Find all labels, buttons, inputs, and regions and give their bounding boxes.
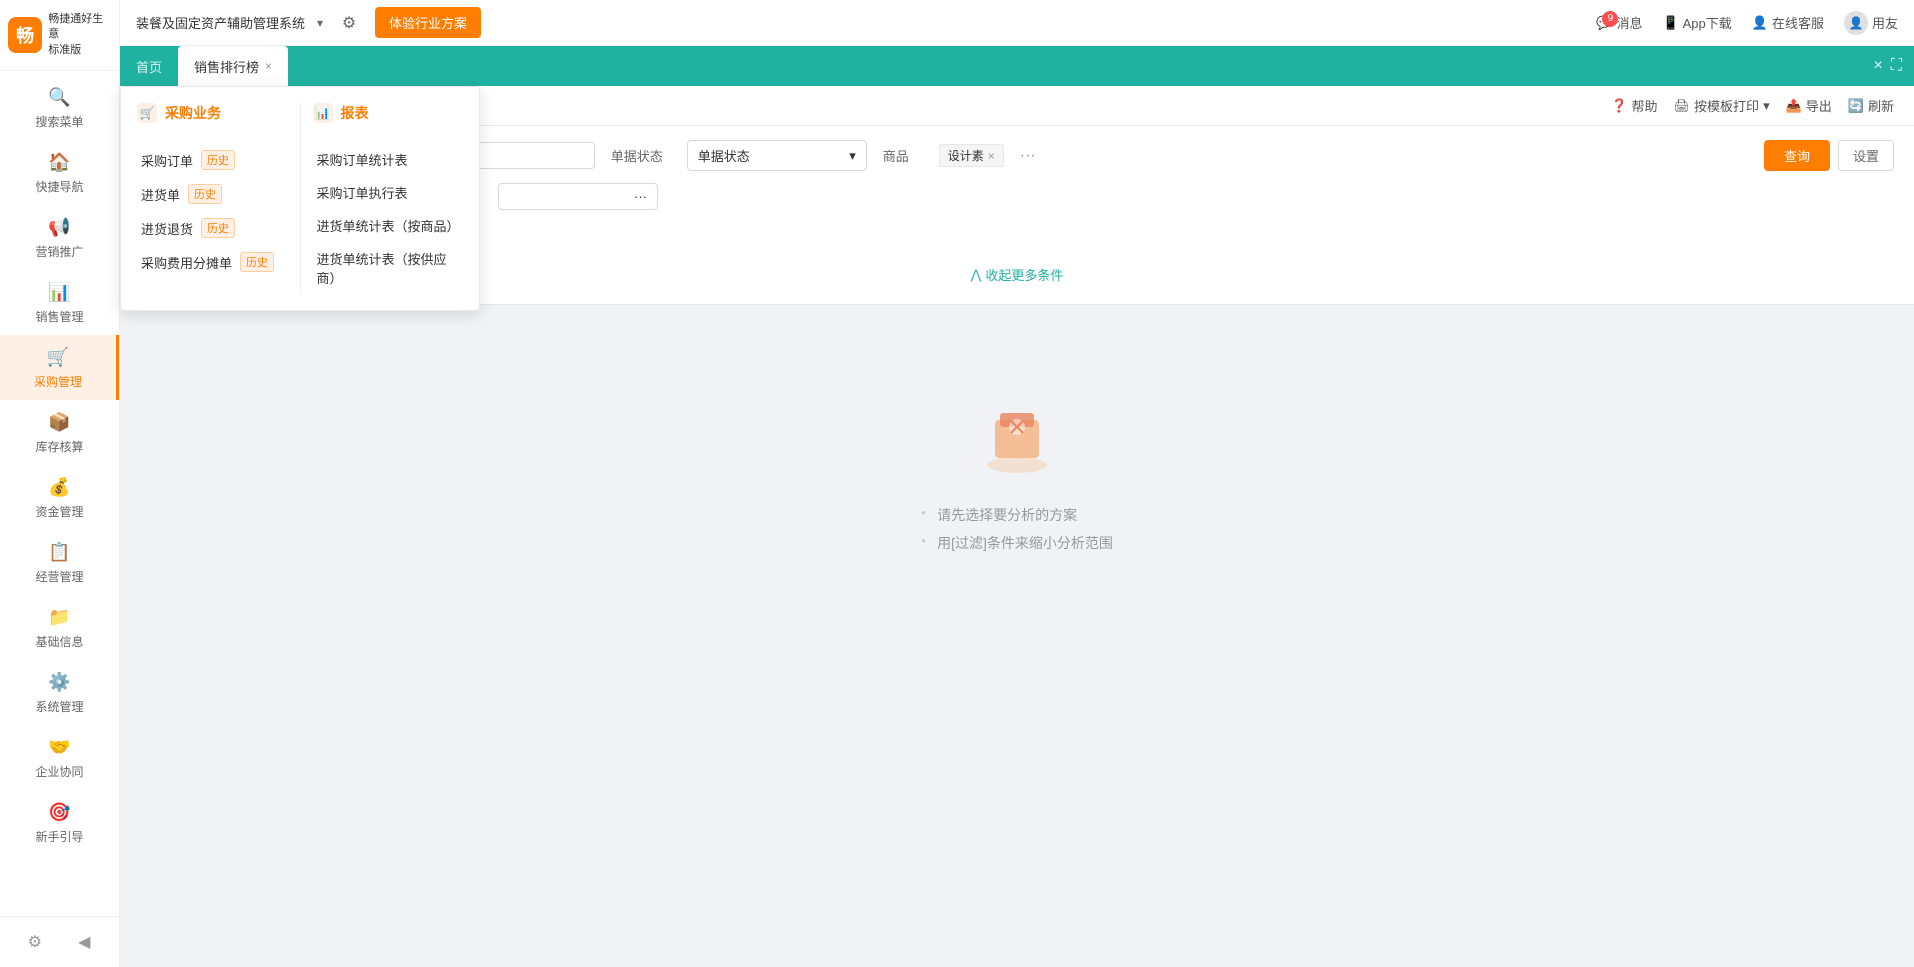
goods-tag-close[interactable]: × xyxy=(988,149,995,163)
marketing-icon: 📢 xyxy=(48,215,72,239)
history-badge-0: 历史 xyxy=(201,150,235,170)
export-icon: 📤 xyxy=(1786,98,1802,114)
tab-sales-rank[interactable]: 销售排行榜 × xyxy=(178,46,288,86)
industry-button[interactable]: 体验行业方案 xyxy=(375,7,481,38)
print-button[interactable]: 🖨 按模板打印 ▾ xyxy=(1674,96,1770,115)
window-expand-icon[interactable]: ⛶ xyxy=(1891,57,1902,75)
sidebar: 畅 畅捷通好生意 标准版 🔍 搜索菜单 🏠 快捷导航 📢 营销推广 📊 销售管理… xyxy=(0,0,120,967)
salesperson-select[interactable]: ··· xyxy=(498,183,658,210)
menu-item-purchase-expense[interactable]: 采购费用分摊单 历史 xyxy=(137,245,288,279)
menu-item-po-stats[interactable]: 采购订单统计表 xyxy=(313,143,464,176)
sidebar-item-system[interactable]: ⚙️ 系统管理 xyxy=(0,660,119,725)
sidebar-item-quicknav[interactable]: 🏠 快捷导航 xyxy=(0,140,119,205)
empty-tips: 请先选择要分析的方案 用[过滤]条件来缩小分析范围 xyxy=(921,501,1113,557)
dropdown-title-report: 📊 报表 xyxy=(313,103,464,131)
empty-state: 请先选择要分析的方案 用[过滤]条件来缩小分析范围 xyxy=(120,305,1914,637)
tabs-bar: 首页 销售排行榜 × × ⛶ xyxy=(120,46,1914,86)
logo-text: 畅捷通好生意 标准版 xyxy=(48,12,111,58)
status-dropdown-icon: ▾ xyxy=(849,148,856,164)
system-title: 装餐及固定资产辅助管理系统 xyxy=(136,13,305,32)
sidebar-item-guide[interactable]: 🎯 新手引导 xyxy=(0,790,119,855)
sidebar-item-marketing[interactable]: 📢 营销推广 xyxy=(0,205,119,270)
header-right: 💬 9 消息 📱 App下载 👤 在线客服 👤 用友 xyxy=(1596,11,1898,35)
collapse-up-icon: ⋀ xyxy=(971,267,982,283)
sidebar-item-inventory[interactable]: 📦 库存核算 xyxy=(0,400,119,465)
menu-item-purchase-order[interactable]: 采购订单 历史 xyxy=(137,143,288,177)
sidebar-item-basic[interactable]: 📁 基础信息 xyxy=(0,595,119,660)
message-badge: 9 xyxy=(1602,11,1618,27)
export-button[interactable]: 📤 导出 xyxy=(1786,96,1832,115)
dropdown-col-purchase: 🛒 采购业务 采购订单 历史 进货单 历史 进货退货 历史 采购费用分摊单 历史 xyxy=(137,103,288,294)
report-col-icon: 📊 xyxy=(313,103,333,123)
message-button[interactable]: 💬 9 消息 xyxy=(1596,13,1642,32)
enterprise-icon: 🤝 xyxy=(48,735,72,759)
menu-item-goods-receipt[interactable]: 进货单 历史 xyxy=(137,177,288,211)
history-badge-1: 历史 xyxy=(188,184,222,204)
goods-label: 商品 xyxy=(883,146,923,165)
sidebar-bottom: ⚙ ◀ xyxy=(0,916,119,967)
menu-item-receipt-stats-goods[interactable]: 进货单统计表（按商品） xyxy=(313,209,464,242)
basic-icon: 📁 xyxy=(48,605,72,629)
dropdown-divider xyxy=(300,103,301,294)
menu-item-receipt-stats-supplier[interactable]: 进货单统计表（按供应商） xyxy=(313,242,464,294)
logo-icon: 畅 xyxy=(8,17,42,53)
window-close-icon[interactable]: × xyxy=(1873,57,1882,75)
empty-tip-1: 请先选择要分析的方案 xyxy=(921,501,1113,529)
dropdown-col-report: 📊 报表 采购订单统计表 采购订单执行表 进货单统计表（按商品） 进货单统计表（… xyxy=(313,103,464,294)
sidebar-nav: 🔍 搜索菜单 🏠 快捷导航 📢 营销推广 📊 销售管理 🛒 采购管理 📦 库存核… xyxy=(0,71,119,916)
help-icon: ❓ xyxy=(1611,98,1627,114)
refresh-button[interactable]: 🔄 刷新 xyxy=(1848,96,1894,115)
goods-tag: 设计素 × xyxy=(939,144,1004,167)
online-service-button[interactable]: 👤 在线客服 xyxy=(1752,13,1824,32)
sidebar-item-purchase[interactable]: 🛒 采购管理 xyxy=(0,335,119,400)
print-dropdown-icon[interactable]: ▾ xyxy=(1763,98,1770,114)
tab-home[interactable]: 首页 xyxy=(120,46,178,86)
status-select[interactable]: 单据状态 ▾ xyxy=(687,140,867,171)
history-badge-2: 历史 xyxy=(201,218,235,238)
dropdown-title-purchase: 🛒 采购业务 xyxy=(137,103,288,131)
empty-tip-2: 用[过滤]条件来缩小分析范围 xyxy=(921,529,1113,557)
user-button[interactable]: 👤 用友 xyxy=(1844,11,1898,35)
refresh-icon: 🔄 xyxy=(1848,98,1864,114)
query-button[interactable]: 查询 xyxy=(1764,140,1830,171)
print-icon: 🖨 xyxy=(1674,98,1691,114)
tab-close-icon[interactable]: × xyxy=(265,59,272,73)
menu-item-goods-return[interactable]: 进货退货 历史 xyxy=(137,211,288,245)
sidebar-item-enterprise[interactable]: 🤝 企业协同 xyxy=(0,725,119,790)
sidebar-logo: 畅 畅捷通好生意 标准版 xyxy=(0,0,119,71)
settings-gear-icon[interactable]: ⚙ xyxy=(335,9,363,37)
sidebar-item-search[interactable]: 🔍 搜索菜单 xyxy=(0,75,119,140)
finance-icon: 💰 xyxy=(48,475,72,499)
empty-illustration xyxy=(967,385,1067,485)
goods-more-dots[interactable]: ··· xyxy=(1020,147,1036,165)
purchase-icon: 🛒 xyxy=(46,345,70,369)
operation-icon: 📋 xyxy=(48,540,72,564)
search-icon: 🔍 xyxy=(48,85,72,109)
purchase-col-icon: 🛒 xyxy=(137,103,157,123)
mobile-icon: 📱 xyxy=(1662,15,1678,31)
inventory-icon: 📦 xyxy=(48,410,72,434)
sidebar-item-sales[interactable]: 📊 销售管理 xyxy=(0,270,119,335)
purchase-dropdown-menu: 🛒 采购业务 采购订单 历史 进货单 历史 进货退货 历史 采购费用分摊单 历史… xyxy=(120,86,480,311)
avatar: 👤 xyxy=(1844,11,1868,35)
system-dropdown[interactable]: ▾ xyxy=(317,16,323,30)
menu-item-po-exec[interactable]: 采购订单执行表 xyxy=(313,176,464,209)
sidebar-item-finance[interactable]: 💰 资金管理 xyxy=(0,465,119,530)
history-badge-3: 历史 xyxy=(240,252,274,272)
app-download-button[interactable]: 📱 App下载 xyxy=(1662,13,1731,32)
service-icon: 👤 xyxy=(1752,15,1768,31)
sales-icon: 📊 xyxy=(48,280,72,304)
status-label: 单据状态 xyxy=(611,146,671,165)
guide-icon: 🎯 xyxy=(48,800,72,824)
sidebar-item-operation[interactable]: 📋 经营管理 xyxy=(0,530,119,595)
top-header: 装餐及固定资产辅助管理系统 ▾ ⚙ 体验行业方案 💬 9 消息 📱 App下载 … xyxy=(120,0,1914,46)
home-icon: 🏠 xyxy=(48,150,72,174)
sidebar-settings-button[interactable]: ⚙ xyxy=(20,927,50,957)
system-icon: ⚙️ xyxy=(48,670,72,694)
settings-button[interactable]: 设置 xyxy=(1838,140,1894,171)
salesperson-more-dots: ··· xyxy=(634,189,647,204)
sidebar-collapse-button[interactable]: ◀ xyxy=(69,927,99,957)
tabs-right-actions: × ⛶ xyxy=(1873,57,1914,75)
help-button[interactable]: ❓ 帮助 xyxy=(1611,96,1657,115)
